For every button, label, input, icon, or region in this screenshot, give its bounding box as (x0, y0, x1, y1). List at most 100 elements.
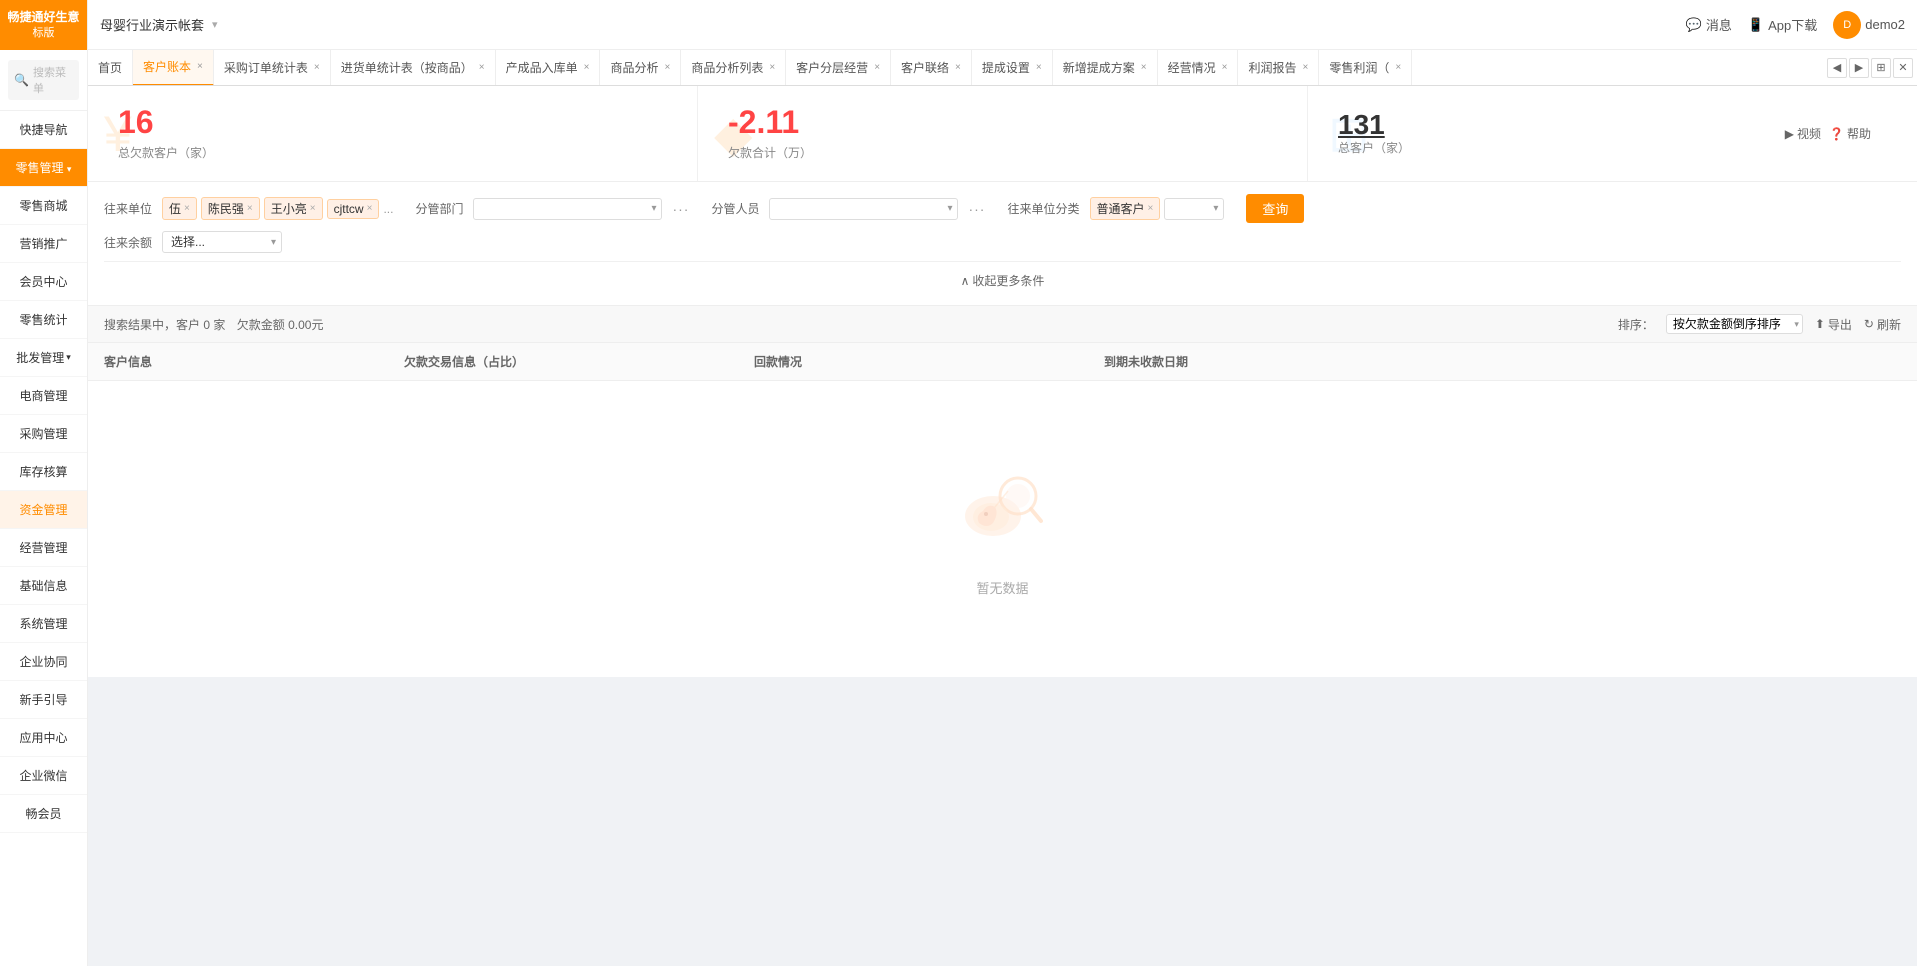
page-content: ¥ 16 总欠款客户（家） ◆ -2.11 欠款合计（万） ⊞ 131 总客户（… (88, 86, 1917, 966)
sidebar-item-vip[interactable]: 畅会员 (0, 795, 87, 833)
enterprise-selector-label[interactable]: 母婴行业演示帐套 (100, 15, 204, 34)
tab-close-customer-book[interactable]: × (197, 61, 203, 72)
sidebar-item-operations[interactable]: 经营管理 (0, 529, 87, 567)
col-header-repay: 回款情况 (754, 353, 1104, 370)
sidebar-search-area[interactable]: 🔍 搜索菜单 (0, 50, 87, 111)
filter-tag-close-wu[interactable]: × (184, 203, 190, 214)
chevron-down-icon: ▾ (66, 352, 71, 363)
debt-total-label: 欠款合计（万） (728, 144, 812, 161)
person-filter-more[interactable]: ··· (968, 201, 985, 217)
export-icon: ⬆ (1815, 317, 1825, 331)
empty-text: 暂无数据 (976, 578, 1028, 597)
filter-tag-close-wang[interactable]: × (310, 203, 316, 214)
tab-expand-btn[interactable]: ⊞ (1871, 58, 1891, 78)
avatar: D (1833, 11, 1861, 39)
sidebar-item-system[interactable]: 系统管理 (0, 605, 87, 643)
tab-close-profit-report[interactable]: × (1302, 62, 1308, 73)
dept-select[interactable] (473, 198, 662, 220)
tab-profit-report[interactable]: 利润报告 × (1238, 50, 1319, 86)
app-download-btn[interactable]: 📱 App下载 (1748, 15, 1817, 34)
dept-filter-more[interactable]: ··· (672, 201, 689, 217)
refresh-btn[interactable]: ↻ 刷新 (1864, 316, 1901, 333)
sort-label: 排序： (1618, 316, 1654, 333)
tab-close-new-achievement[interactable]: × (1141, 62, 1147, 73)
tab-close-retail-profit[interactable]: × (1395, 62, 1401, 73)
person-select-wrap (769, 198, 958, 220)
sidebar-item-retail-mgmt[interactable]: 零售管理 ▾ (0, 149, 87, 187)
tab-purchase-order[interactable]: 采购订单统计表 × (214, 50, 331, 86)
person-select[interactable] (769, 198, 958, 220)
sidebar-item-enterprise[interactable]: 企业协同 (0, 643, 87, 681)
tab-operations-status[interactable]: 经营情况 × (1158, 50, 1239, 86)
tab-close-product-analysis[interactable]: × (664, 62, 670, 73)
tab-prev-btn[interactable]: ◀ (1827, 58, 1847, 78)
sidebar-item-wechat[interactable]: 企业微信 (0, 757, 87, 795)
tab-customer-connect[interactable]: 客户联络 × (891, 50, 972, 86)
tab-close-operations-status[interactable]: × (1222, 62, 1228, 73)
sidebar-item-batch-mgmt[interactable]: 批发管理 ▾ (0, 339, 87, 377)
tab-close-customer-connect[interactable]: × (955, 62, 961, 73)
chevron-down-icon[interactable]: ▾ (212, 18, 218, 31)
filter-tag-close-normal-customer[interactable]: × (1148, 203, 1154, 214)
sort-select[interactable]: 按欠款金额倒序排序 (1666, 314, 1803, 334)
tab-close-purchase-order[interactable]: × (314, 62, 320, 73)
tab-incoming-stats[interactable]: 进货单统计表（按商品） × (331, 50, 496, 86)
sidebar-item-retail-stats[interactable]: 零售统计 (0, 301, 87, 339)
debt-customers-number: 16 (118, 106, 154, 138)
main-area: 母婴行业演示帐套 ▾ 💬 消息 📱 App下载 D demo2 首页 (88, 0, 1917, 966)
filter-tag-close-cjttcw[interactable]: × (367, 203, 373, 214)
tab-new-achievement[interactable]: 新增提成方案 × (1053, 50, 1158, 86)
sidebar-item-basic-info[interactable]: 基础信息 (0, 567, 87, 605)
collapse-filter-btn[interactable]: ∧ 收起更多条件 (104, 268, 1901, 293)
tab-product-analysis[interactable]: 商品分析 × (600, 50, 681, 86)
app-logo: 畅捷通好生意 标版 (0, 0, 87, 50)
sidebar-item-retail-mall[interactable]: 零售商城 (0, 187, 87, 225)
filter-tag-chen: 陈民强 × (201, 197, 260, 220)
sidebar-item-marketing[interactable]: 营销推广 (0, 225, 87, 263)
tab-product-analysis-list[interactable]: 商品分析列表 × (681, 50, 786, 86)
export-btn[interactable]: ⬆ 导出 (1815, 316, 1852, 333)
balance-select[interactable]: 选择... (162, 231, 282, 253)
result-actions: 排序： 按欠款金额倒序排序 ⬆ 导出 ↻ 刷新 (1618, 314, 1901, 334)
search-menu-input[interactable]: 🔍 搜索菜单 (8, 60, 79, 100)
sidebar-item-fast-nav[interactable]: 快捷导航 (0, 111, 87, 149)
tab-close-achievement-settings[interactable]: × (1036, 62, 1042, 73)
tab-close-all-btn[interactable]: ✕ (1893, 58, 1913, 78)
filter-tag-wu: 伍 × (162, 197, 197, 220)
debt-customers-label: 总欠款客户（家） (118, 144, 214, 161)
sort-select-wrap: 按欠款金额倒序排序 (1666, 314, 1803, 334)
stat-total-customers-content: ⊞ 131 总客户（家） (1338, 111, 1410, 156)
tab-customer-book[interactable]: 客户账本 × (133, 50, 214, 86)
sidebar-item-inventory[interactable]: 库存核算 (0, 453, 87, 491)
col-header-debt-info: 欠款交易信息（占比） (404, 353, 754, 370)
filter-row-1: 往来单位 伍 × 陈民强 × 王小亮 × cjttcw (104, 194, 1901, 223)
tab-home[interactable]: 首页 (88, 50, 133, 86)
filter-tags-more[interactable]: ... (383, 202, 393, 216)
user-profile[interactable]: D demo2 (1833, 11, 1905, 39)
message-btn[interactable]: 💬 消息 (1686, 15, 1732, 34)
sidebar-item-ecommerce[interactable]: 电商管理 (0, 377, 87, 415)
tab-next-btn[interactable]: ▶ (1849, 58, 1869, 78)
empty-illustration (953, 461, 1053, 568)
sidebar-item-finance[interactable]: 资金管理 (0, 491, 87, 529)
query-button[interactable]: 查询 (1246, 194, 1304, 223)
tab-customer-tier[interactable]: 客户分层经营 × (786, 50, 891, 86)
help-btn[interactable]: ❓ 帮助 (1829, 125, 1871, 142)
sidebar-item-app-center[interactable]: 应用中心 (0, 719, 87, 757)
filter-tag-close-chen[interactable]: × (247, 203, 253, 214)
tab-product-storage[interactable]: 产成品入库单 × (496, 50, 601, 86)
sidebar-item-beginner[interactable]: 新手引导 (0, 681, 87, 719)
tab-achievement-settings[interactable]: 提成设置 × (972, 50, 1053, 86)
unit-class-select[interactable] (1164, 198, 1224, 220)
sidebar-item-purchase[interactable]: 采购管理 (0, 415, 87, 453)
search-icon: 🔍 (14, 73, 29, 87)
tab-close-product-storage[interactable]: × (584, 62, 590, 73)
tab-close-customer-tier[interactable]: × (874, 62, 880, 73)
tab-close-product-analysis-list[interactable]: × (769, 62, 775, 73)
sidebar-item-members[interactable]: 会员中心 (0, 263, 87, 301)
video-help-btn[interactable]: ▶ 视频 (1785, 125, 1821, 142)
tab-close-incoming-stats[interactable]: × (479, 62, 485, 73)
refresh-icon: ↻ (1864, 317, 1874, 331)
tab-retail-profit[interactable]: 零售利润（ × (1319, 50, 1412, 86)
empty-state: 暂无数据 (88, 381, 1917, 677)
